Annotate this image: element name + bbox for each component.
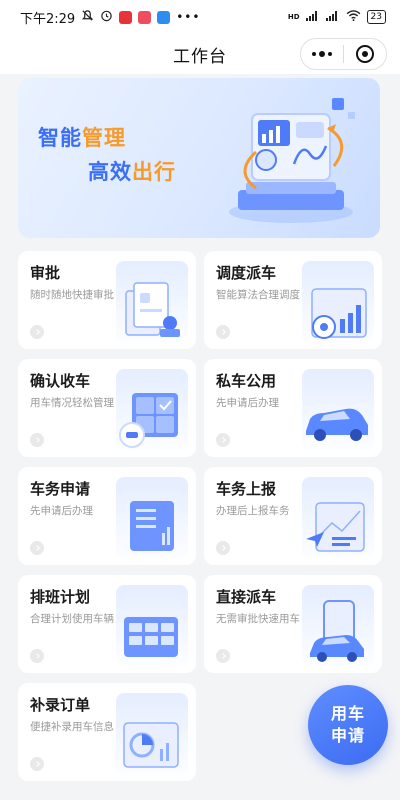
tmall-app-icon bbox=[119, 10, 133, 24]
card-title: 补录订单 bbox=[30, 696, 91, 714]
alarm-icon bbox=[100, 9, 113, 26]
page-title: 工作台 bbox=[173, 46, 227, 67]
status-right: HD 23 bbox=[288, 10, 386, 24]
card-subtitle: 便捷补录用车信息 bbox=[30, 721, 114, 733]
more-dots-icon bbox=[312, 51, 332, 57]
dashboard-illustration-icon bbox=[229, 98, 355, 223]
chevron-right-icon bbox=[30, 757, 44, 771]
fab-label-line2: 申请 bbox=[330, 726, 365, 745]
status-left: 下午2:29 ••• bbox=[20, 8, 200, 27]
card-schedule-plan[interactable]: 排班计划 合理计划使用车辆 bbox=[18, 575, 196, 673]
fab-label-line1: 用车 bbox=[330, 704, 365, 723]
card-subtitle: 用车情况轻松管理 bbox=[30, 397, 114, 409]
chevron-right-icon bbox=[216, 433, 230, 447]
card-title: 调度派车 bbox=[216, 264, 277, 282]
card-title: 车务上报 bbox=[216, 480, 277, 498]
target-icon bbox=[356, 45, 374, 63]
vehicle-request-fab[interactable]: 用车 申请 bbox=[308, 685, 388, 765]
card-confirm-return[interactable]: 确认收车 用车情况轻松管理 bbox=[18, 359, 196, 457]
card-service-apply[interactable]: 车务申请 先申请后办理 bbox=[18, 467, 196, 565]
card-title: 私车公用 bbox=[216, 372, 277, 390]
signal-icon-2 bbox=[325, 10, 340, 24]
card-subtitle: 随时随地快捷审批 bbox=[30, 289, 114, 301]
card-title: 车务申请 bbox=[30, 480, 91, 498]
direct-dispatch-icon bbox=[302, 585, 374, 667]
miniprogram-capsule bbox=[300, 38, 387, 70]
promo-banner[interactable]: 智能管理 高效出行 bbox=[18, 78, 380, 238]
banner-text-1a: 智能 bbox=[38, 126, 82, 150]
card-title: 直接派车 bbox=[216, 588, 277, 606]
signal-icon bbox=[305, 10, 320, 24]
card-title: 确认收车 bbox=[30, 372, 91, 390]
card-dispatch[interactable]: 调度派车 智能算法合理调度 bbox=[204, 251, 382, 349]
alipay-app-icon bbox=[157, 10, 171, 24]
chevron-right-icon bbox=[30, 433, 44, 447]
private-car-icon bbox=[302, 369, 374, 451]
card-private-car[interactable]: 私车公用 先申请后办理 bbox=[204, 359, 382, 457]
close-miniprogram-button[interactable] bbox=[344, 39, 386, 69]
card-subtitle: 合理计划使用车辆 bbox=[30, 613, 114, 625]
chevron-right-icon bbox=[216, 541, 230, 555]
card-subtitle: 无需审批快速用车 bbox=[216, 613, 300, 625]
battery-indicator: 23 bbox=[366, 10, 386, 24]
card-title: 排班计划 bbox=[30, 588, 91, 606]
more-button[interactable] bbox=[301, 39, 343, 69]
card-direct-dispatch[interactable]: 直接派车 无需审批快速用车 bbox=[204, 575, 382, 673]
chevron-right-icon bbox=[216, 649, 230, 663]
mute-icon bbox=[81, 9, 94, 26]
title-bar: 工作台 bbox=[0, 34, 400, 74]
card-subtitle: 办理后上报车务 bbox=[216, 505, 290, 517]
report-send-icon bbox=[302, 477, 374, 559]
apply-doc-icon bbox=[116, 477, 188, 559]
banner-line-1: 智能管理 bbox=[38, 122, 126, 152]
chevron-right-icon bbox=[30, 541, 44, 555]
banner-line-2: 高效出行 bbox=[88, 156, 176, 186]
card-subtitle: 智能算法合理调度 bbox=[216, 289, 300, 301]
chevron-right-icon bbox=[216, 325, 230, 339]
chevron-right-icon bbox=[30, 649, 44, 663]
dispatch-chart-icon bbox=[302, 261, 374, 343]
banner-text-1b: 管理 bbox=[82, 126, 126, 150]
card-subtitle: 先申请后办理 bbox=[216, 397, 279, 409]
confirm-car-icon bbox=[116, 369, 188, 451]
store-app-icon bbox=[138, 10, 152, 24]
approval-doc-icon bbox=[116, 261, 188, 343]
more-notifications-icon: ••• bbox=[176, 10, 201, 24]
card-service-report[interactable]: 车务上报 办理后上报车务 bbox=[204, 467, 382, 565]
card-title: 审批 bbox=[30, 264, 61, 282]
card-supplement-order[interactable]: 补录订单 便捷补录用车信息 bbox=[18, 683, 196, 781]
wifi-icon bbox=[346, 10, 361, 24]
network-label: HD bbox=[287, 13, 300, 21]
supplement-order-icon bbox=[116, 693, 188, 775]
status-bar: 下午2:29 ••• HD 23 bbox=[0, 0, 400, 34]
banner-text-2a: 高效 bbox=[88, 160, 132, 184]
schedule-calendar-icon bbox=[116, 585, 188, 667]
status-time: 下午2:29 bbox=[20, 11, 76, 27]
banner-text-2b: 出行 bbox=[132, 160, 176, 184]
card-subtitle: 先申请后办理 bbox=[30, 505, 93, 517]
chevron-right-icon bbox=[30, 325, 44, 339]
card-approval[interactable]: 审批 随时随地快捷审批 bbox=[18, 251, 196, 349]
